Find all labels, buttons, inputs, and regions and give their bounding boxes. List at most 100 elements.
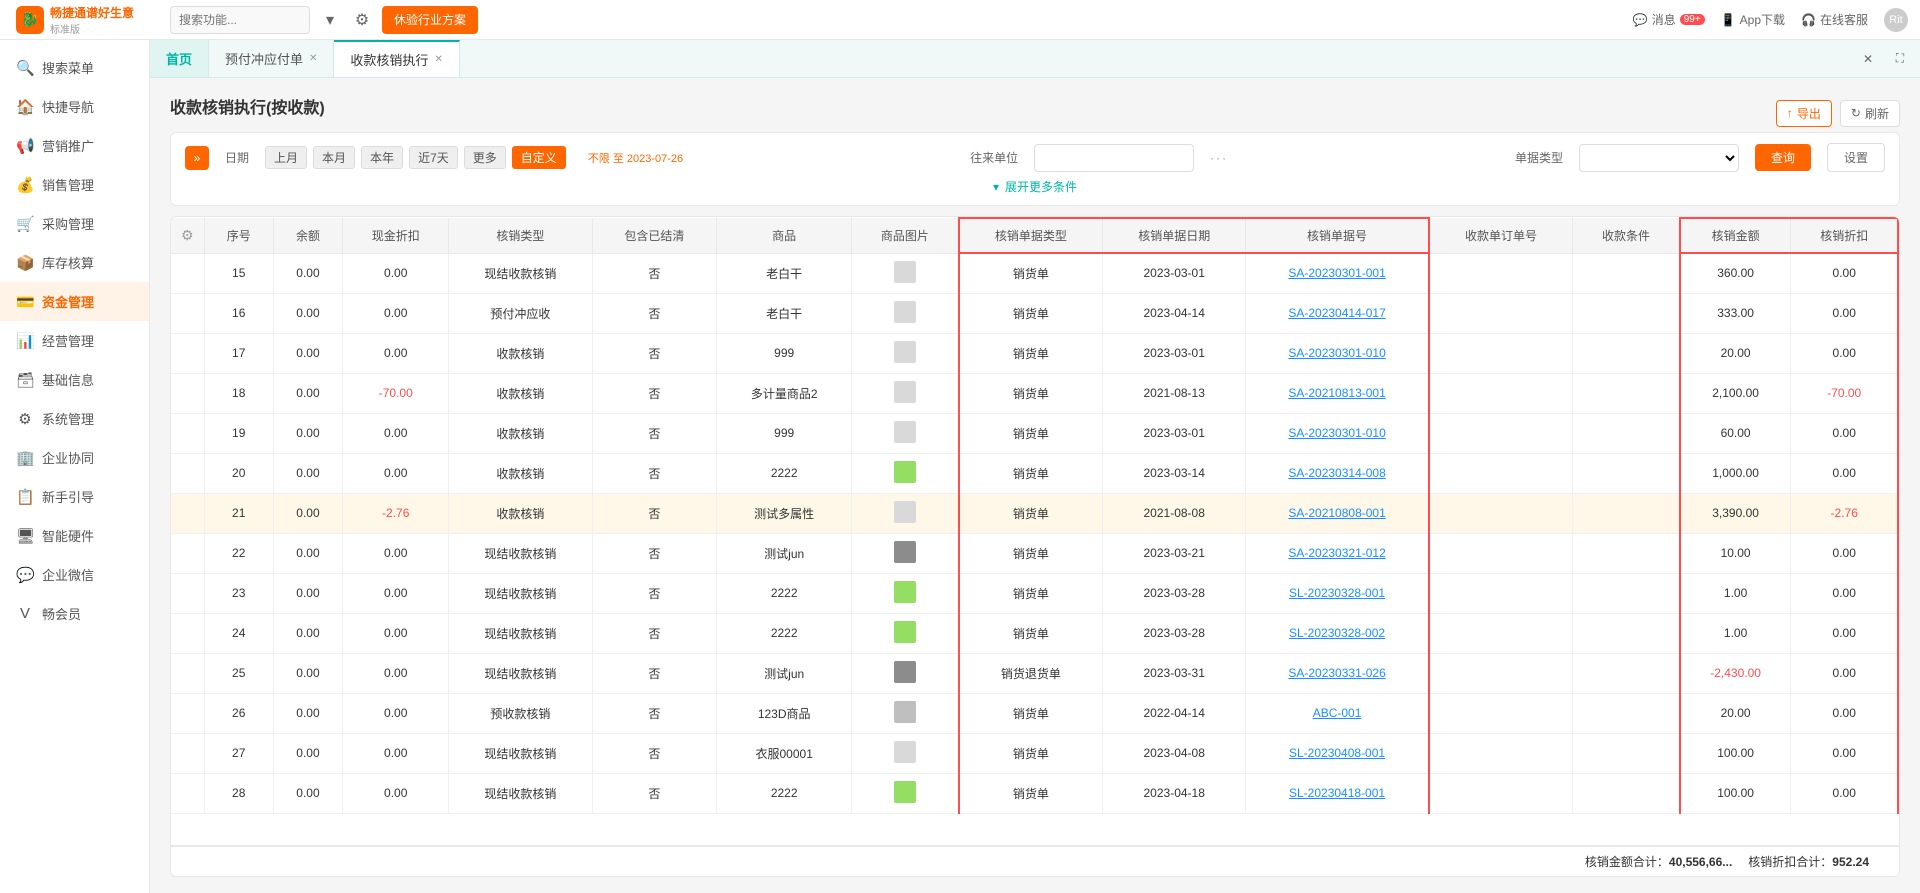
date-custom-btn[interactable]: 自定义 (512, 146, 566, 169)
sidebar-item-guide[interactable]: 📋 新手引导 (0, 477, 149, 516)
query-button[interactable]: 查询 (1755, 144, 1811, 171)
table-row: 26 0.00 0.00 预收款核销 否 123D商品 销货单 2022-04-… (171, 693, 1898, 733)
voucher-no-link[interactable]: ABC-001 (1313, 706, 1362, 720)
sidebar-item-nav[interactable]: 🏠 快捷导航 (0, 87, 149, 126)
td-receipt-order-no (1429, 773, 1573, 813)
message-btn[interactable]: 💬 消息 99+ (1633, 11, 1705, 28)
voucher-no-link[interactable]: SL-20230328-002 (1289, 626, 1385, 640)
date-label: 日期 (225, 149, 249, 166)
setting-button[interactable]: 设置 (1827, 143, 1885, 172)
td-voucher-no: SA-20210808-001 (1246, 493, 1429, 533)
td-receipt-condition (1573, 453, 1680, 493)
tab-receipt[interactable]: 收款核销执行 ✕ (334, 40, 459, 77)
sidebar-item-system[interactable]: ⚙ 系统管理 (0, 399, 149, 438)
td-balance: 0.00 (273, 773, 342, 813)
td-product-img (852, 293, 959, 333)
td-voucher-type: 销货退货单 (959, 653, 1103, 693)
partner-input[interactable] (1034, 144, 1194, 172)
td-no: 28 (204, 773, 273, 813)
voucher-no-link[interactable]: SA-20230301-001 (1288, 266, 1385, 280)
sidebar-item-wechat[interactable]: 💬 企业微信 (0, 555, 149, 594)
voucher-no-link[interactable]: SA-20210808-001 (1288, 506, 1385, 520)
voucher-no-link[interactable]: SL-20230418-001 (1289, 786, 1385, 800)
voucher-no-link[interactable]: SA-20230301-010 (1288, 426, 1385, 440)
filter-expand-btn[interactable]: » (185, 146, 209, 170)
table-scroll[interactable]: ⚙ 序号 余额 现金折扣 核销类型 包含已结清 商品 商品图片 核销单据类型 (171, 217, 1899, 845)
td-verify-amount: 1,000.00 (1680, 453, 1791, 493)
tab-home[interactable]: 首页 (150, 40, 209, 77)
voucher-no-link[interactable]: SA-20230414-017 (1288, 306, 1385, 320)
td-voucher-type: 销货单 (959, 493, 1103, 533)
voucher-no-link[interactable]: SA-20230331-026 (1288, 666, 1385, 680)
td-product-img (852, 373, 959, 413)
voucher-no-link[interactable]: SA-20230314-008 (1288, 466, 1385, 480)
td-cash-discount: 0.00 (343, 653, 449, 693)
td-no: 21 (204, 493, 273, 533)
tab-prepay[interactable]: 预付冲应付单 ✕ (209, 40, 334, 77)
td-voucher-type: 销货单 (959, 573, 1103, 613)
voucher-no-link[interactable]: SL-20230408-001 (1289, 746, 1385, 760)
sidebar-item-finance[interactable]: 💳 资金管理 (0, 282, 149, 321)
search-icon: 🔍 (16, 59, 34, 77)
gear-icon[interactable]: ⚙ (350, 8, 374, 32)
tab-close-btn[interactable]: ✕ (1856, 47, 1880, 71)
tab-expand-btn[interactable]: ⛶ (1888, 47, 1912, 71)
sidebar-item-hardware[interactable]: 🖥 智能硬件 (0, 516, 149, 555)
td-no: 15 (204, 253, 273, 293)
td-voucher-no: SL-20230328-002 (1246, 613, 1429, 653)
td-voucher-date: 2023-04-18 (1103, 773, 1246, 813)
td-receipt-condition (1573, 413, 1680, 453)
voucher-no-link[interactable]: SA-20210813-001 (1288, 386, 1385, 400)
sidebar-item-marketing[interactable]: 📢 营销推广 (0, 126, 149, 165)
online-service-btn[interactable]: 🎧 在线客服 (1801, 11, 1868, 28)
voucher-type-select[interactable] (1579, 144, 1739, 172)
date-more-btn[interactable]: 更多 (464, 146, 506, 169)
avatar[interactable]: Rit (1884, 8, 1908, 32)
td-receipt-order-no (1429, 733, 1573, 773)
refresh-button[interactable]: ↻ 刷新 (1840, 100, 1900, 127)
sidebar-item-purchase[interactable]: 🛒 采购管理 (0, 204, 149, 243)
td-verify-discount: 0.00 (1791, 253, 1898, 293)
export-button[interactable]: ↑ 导出 (1776, 100, 1832, 127)
date-prev-month-btn[interactable]: 上月 (265, 146, 307, 169)
voucher-no-link[interactable]: SA-20230301-010 (1288, 346, 1385, 360)
filter-expand-row[interactable]: ▾ 展开更多条件 (185, 178, 1885, 195)
th-verify-amount: 核销金额 (1680, 218, 1791, 253)
search-input[interactable] (170, 6, 310, 34)
sidebar-item-search[interactable]: 🔍 搜索菜单 (0, 48, 149, 87)
tab-close-prepay[interactable]: ✕ (309, 53, 317, 64)
td-voucher-date: 2023-03-21 (1103, 533, 1246, 573)
sidebar-item-inventory[interactable]: 📦 库存核算 (0, 243, 149, 282)
td-verify-discount: 0.00 (1791, 453, 1898, 493)
td-include-settled: 否 (592, 613, 717, 653)
td-product-img (852, 453, 959, 493)
td-cash-discount: 0.00 (343, 533, 449, 573)
voucher-no-link[interactable]: SL-20230328-001 (1289, 586, 1385, 600)
app-download-btn[interactable]: 📱 App下载 (1721, 11, 1785, 28)
td-settings (171, 533, 204, 573)
sidebar-item-corp[interactable]: 🏢 企业协同 (0, 438, 149, 477)
table-settings-icon[interactable]: ⚙ (181, 227, 194, 243)
solution-button[interactable]: 休验行业方案 (382, 6, 478, 34)
date-cur-month-btn[interactable]: 本月 (313, 146, 355, 169)
voucher-no-link[interactable]: SA-20230321-012 (1288, 546, 1385, 560)
date-year-btn[interactable]: 本年 (361, 146, 403, 169)
sidebar-item-basic[interactable]: 🗃 基础信息 (0, 360, 149, 399)
td-voucher-date: 2023-03-01 (1103, 333, 1246, 373)
sidebar-item-member[interactable]: V 畅会员 (0, 594, 149, 633)
date-7day-btn[interactable]: 近7天 (409, 146, 458, 169)
sidebar-item-sales[interactable]: 💰 销售管理 (0, 165, 149, 204)
marketing-icon: 📢 (16, 137, 34, 155)
td-settings (171, 453, 204, 493)
tab-close-receipt[interactable]: ✕ (434, 54, 442, 65)
td-receipt-order-no (1429, 253, 1573, 293)
table-row: 20 0.00 0.00 收款核销 否 2222 销货单 2023-03-14 … (171, 453, 1898, 493)
table-wrap: ⚙ 序号 余额 现金折扣 核销类型 包含已结清 商品 商品图片 核销单据类型 (170, 216, 1900, 877)
chevron-down-icon[interactable]: ▾ (318, 8, 342, 32)
sidebar-item-operation[interactable]: 📊 经营管理 (0, 321, 149, 360)
th-include-settled: 包含已结清 (592, 218, 717, 253)
td-verify-discount: 0.00 (1791, 733, 1898, 773)
footer-verify-discount: 核销折扣合计：952.24 (1748, 853, 1869, 870)
td-voucher-date: 2023-03-28 (1103, 573, 1246, 613)
td-include-settled: 否 (592, 413, 717, 453)
